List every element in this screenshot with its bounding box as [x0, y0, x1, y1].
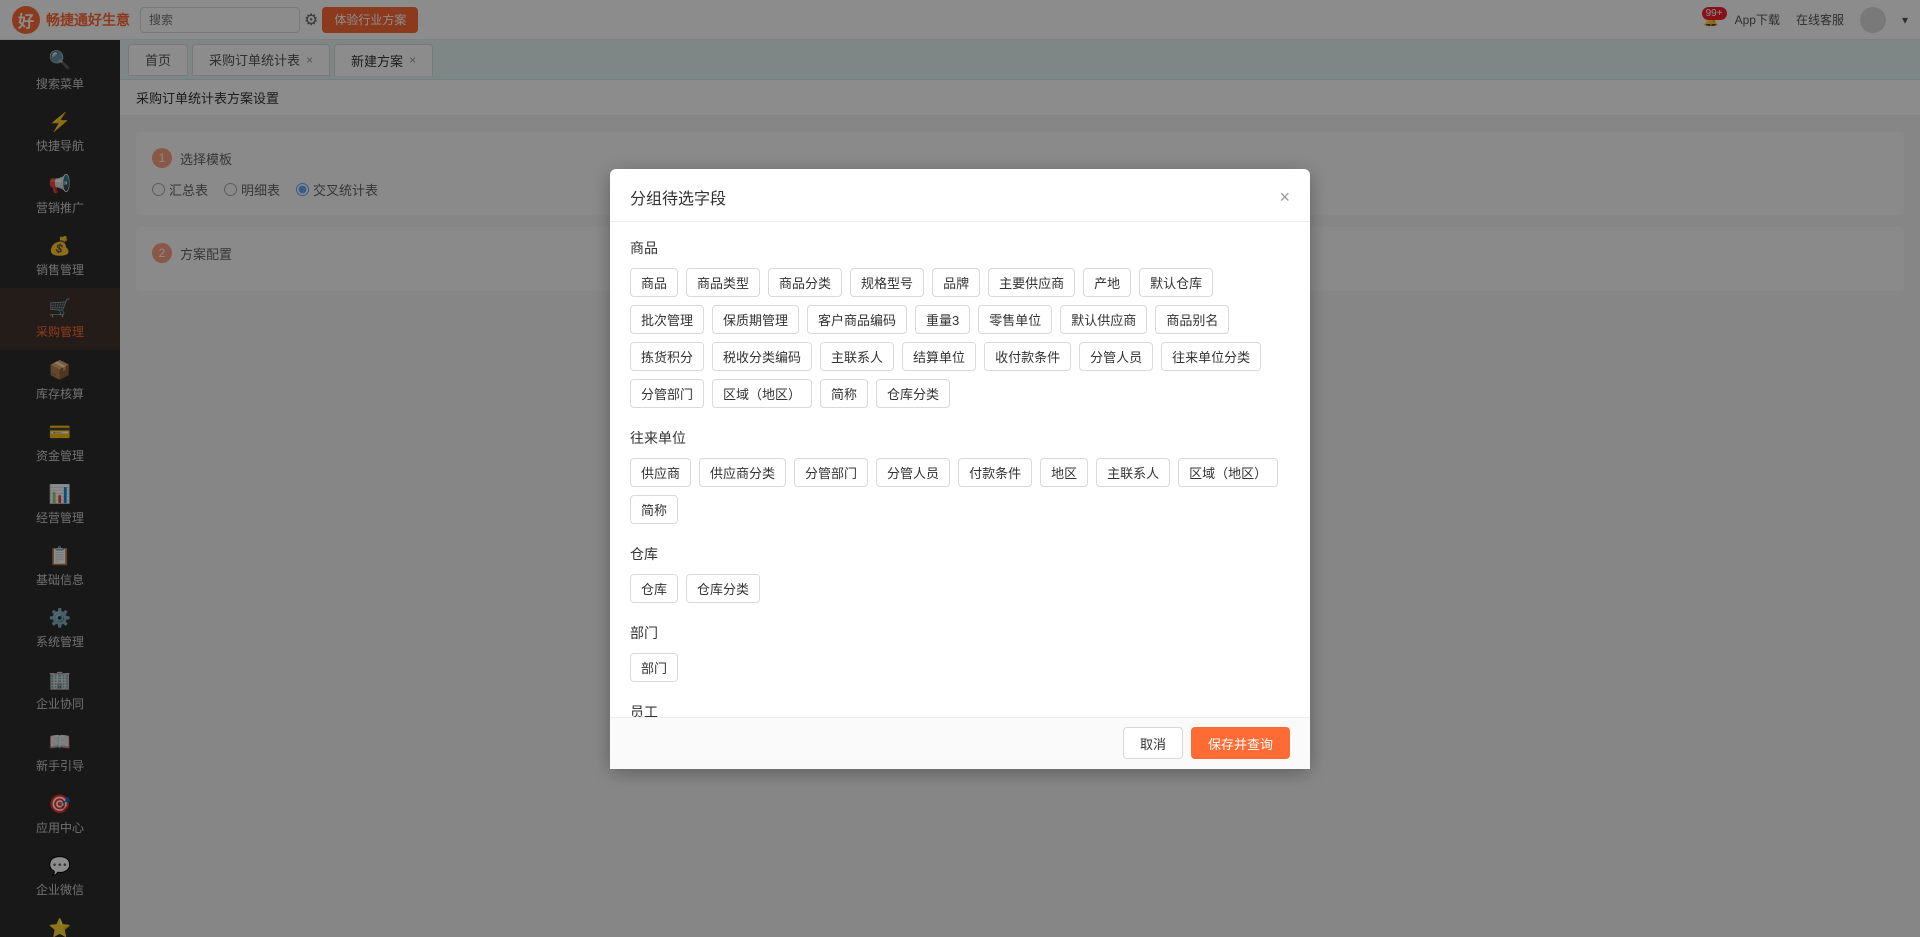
modal-dialog: 分组待选字段 × 商品 商品 商品类型 商品分类 规格型号 品牌 主要供应商 产… [610, 169, 1310, 769]
field-tag-payment-terms[interactable]: 收付款条件 [984, 342, 1071, 371]
confirm-button[interactable]: 保存并查询 [1191, 727, 1290, 759]
field-tag-contact-person[interactable]: 主联系人 [820, 342, 894, 371]
modal-body: 商品 商品 商品类型 商品分类 规格型号 品牌 主要供应商 产地 默认仓库 批次… [610, 222, 1310, 717]
field-tag-supplier-category[interactable]: 供应商分类 [699, 458, 786, 487]
field-tag-supplier[interactable]: 供应商 [630, 458, 691, 487]
field-tag-manager[interactable]: 分管人员 [1079, 342, 1153, 371]
field-tag-region-area[interactable]: 区域（地区） [1178, 458, 1278, 487]
field-tag-warehouse-cat[interactable]: 仓库分类 [876, 379, 950, 408]
field-tag-wh[interactable]: 仓库 [630, 574, 678, 603]
field-tag-short-name[interactable]: 简称 [820, 379, 868, 408]
field-tags-warehouse: 仓库 仓库分类 [630, 574, 1290, 603]
modal-header: 分组待选字段 × [610, 169, 1310, 222]
field-tag-dept[interactable]: 部门 [630, 653, 678, 682]
field-group-department-title: 部门 [630, 623, 1290, 643]
field-group-counterpart: 往来单位 供应商 供应商分类 分管部门 分管人员 付款条件 地区 主联系人 区域… [630, 428, 1290, 524]
field-tag-retail-unit[interactable]: 零售单位 [978, 305, 1052, 334]
field-tag-goods-name[interactable]: 商品 [630, 268, 678, 297]
modal-title: 分组待选字段 [630, 185, 726, 209]
field-group-department: 部门 部门 [630, 623, 1290, 682]
field-tag-brand[interactable]: 品牌 [932, 268, 980, 297]
field-tag-dept-manage[interactable]: 分管部门 [630, 379, 704, 408]
field-tag-alias[interactable]: 商品别名 [1155, 305, 1229, 334]
field-tag-main-supplier[interactable]: 主要供应商 [988, 268, 1075, 297]
field-tags-counterpart: 供应商 供应商分类 分管部门 分管人员 付款条件 地区 主联系人 区域（地区） … [630, 458, 1290, 524]
field-tag-default-warehouse[interactable]: 默认仓库 [1139, 268, 1213, 297]
field-tag-region-district[interactable]: 区域（地区） [712, 379, 812, 408]
field-tag-payment-cond[interactable]: 付款条件 [958, 458, 1032, 487]
field-group-goods: 商品 商品 商品类型 商品分类 规格型号 品牌 主要供应商 产地 默认仓库 批次… [630, 238, 1290, 408]
field-tag-goods-type[interactable]: 商品类型 [686, 268, 760, 297]
field-tag-settlement-unit[interactable]: 结算单位 [902, 342, 976, 371]
field-tag-manage-dept[interactable]: 分管部门 [794, 458, 868, 487]
field-tag-unit-category[interactable]: 往来单位分类 [1161, 342, 1261, 371]
field-tag-region2[interactable]: 地区 [1040, 458, 1088, 487]
field-group-counterpart-title: 往来单位 [630, 428, 1290, 448]
field-tag-weight3[interactable]: 重量3 [915, 305, 970, 334]
field-tag-origin[interactable]: 产地 [1083, 268, 1131, 297]
field-tag-customer-code[interactable]: 客户商品编码 [807, 305, 907, 334]
field-tags-goods: 商品 商品类型 商品分类 规格型号 品牌 主要供应商 产地 默认仓库 批次管理 … [630, 268, 1290, 408]
field-tag-tax-code[interactable]: 税收分类编码 [712, 342, 812, 371]
cancel-button[interactable]: 取消 [1123, 727, 1183, 759]
field-group-warehouse-title: 仓库 [630, 544, 1290, 564]
field-group-staff-title: 员工 [630, 702, 1290, 717]
field-group-staff: 员工 业务员 [630, 702, 1290, 717]
field-tag-main-contact[interactable]: 主联系人 [1096, 458, 1170, 487]
field-group-warehouse: 仓库 仓库 仓库分类 [630, 544, 1290, 603]
field-tag-spec-type[interactable]: 规格型号 [850, 268, 924, 297]
field-tag-batch-mgmt[interactable]: 批次管理 [630, 305, 704, 334]
modal-footer: 取消 保存并查询 [610, 717, 1310, 769]
modal-close-button[interactable]: × [1279, 188, 1290, 206]
field-tag-default-supplier[interactable]: 默认供应商 [1060, 305, 1147, 334]
field-tag-manage-person[interactable]: 分管人员 [876, 458, 950, 487]
modal-overlay: 分组待选字段 × 商品 商品 商品类型 商品分类 规格型号 品牌 主要供应商 产… [0, 0, 1920, 937]
field-tag-pick-points[interactable]: 拣货积分 [630, 342, 704, 371]
field-tag-goods-category[interactable]: 商品分类 [768, 268, 842, 297]
field-tag-expiry-mgmt[interactable]: 保质期管理 [712, 305, 799, 334]
field-group-goods-title: 商品 [630, 238, 1290, 258]
field-tag-wh-cat[interactable]: 仓库分类 [686, 574, 760, 603]
field-tag-abbr[interactable]: 简称 [630, 495, 678, 524]
field-tags-department: 部门 [630, 653, 1290, 682]
